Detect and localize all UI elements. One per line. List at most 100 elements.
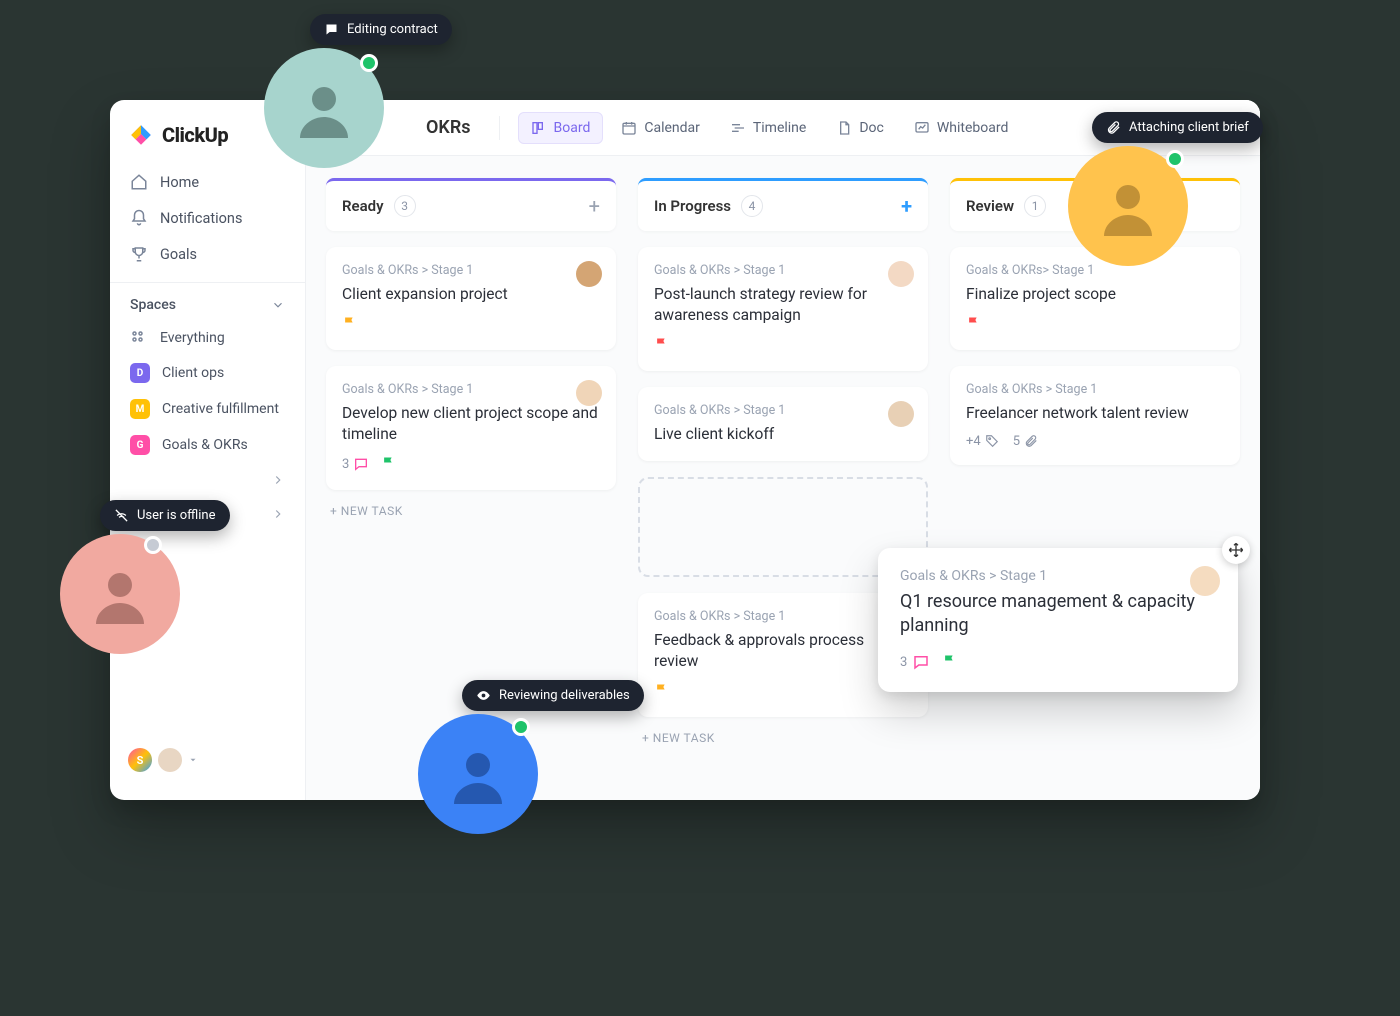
view-tabs: Board Calendar Timeline Doc Whiteboard (518, 112, 1021, 144)
comment-icon[interactable] (912, 653, 930, 671)
paperclip-icon (1024, 434, 1038, 448)
breadcrumb: Goals & OKRs > Stage 1 (900, 568, 1216, 584)
breadcrumb: Goals & OKRs> Stage 1 (966, 263, 1224, 278)
assignee-avatar[interactable] (576, 261, 602, 287)
space-badge: G (130, 435, 150, 455)
new-task-button[interactable]: + NEW TASK (638, 731, 928, 745)
add-card-button[interactable]: + (901, 196, 912, 216)
dragging-card[interactable]: Goals & OKRs > Stage 1 Q1 resource manag… (878, 548, 1238, 692)
priority-flag-icon[interactable] (654, 682, 669, 701)
priority-flag-icon[interactable] (966, 315, 981, 334)
status-text: Editing contract (347, 22, 438, 37)
view-label: Timeline (753, 120, 806, 136)
avatar-face (60, 534, 180, 654)
space-creative-fulfillment[interactable]: M Creative fulfillment (110, 391, 305, 427)
user-avatar[interactable]: S (128, 748, 152, 772)
tag-count: +4 (966, 434, 981, 449)
comment-icon[interactable] (353, 456, 369, 472)
column-count: 1 (1024, 195, 1046, 217)
grid-icon (130, 329, 148, 347)
column-title: Ready (342, 197, 384, 215)
assignee-avatar[interactable] (888, 401, 914, 427)
status-text: Attaching client brief (1129, 120, 1249, 135)
sidebar: ClickUp Home Notifications Goals Spaces … (110, 100, 306, 800)
caret-down-icon[interactable] (188, 755, 198, 765)
task-card[interactable]: Goals & OKRs > Stage 1 Post-launch strat… (638, 247, 928, 371)
view-doc[interactable]: Doc (824, 112, 896, 144)
new-task-button[interactable]: + NEW TASK (326, 504, 616, 518)
view-label: Calendar (644, 120, 700, 136)
move-handle-icon[interactable] (1222, 536, 1250, 564)
card-title: Finalize project scope (966, 284, 1224, 305)
view-label: Board (554, 120, 591, 136)
presence-avatar[interactable] (264, 48, 384, 168)
assignee-avatar[interactable] (888, 261, 914, 287)
nav-goals[interactable]: Goals (110, 236, 305, 272)
column-count: 4 (741, 195, 763, 217)
card-title: Q1 resource management & capacity planni… (900, 590, 1216, 639)
view-whiteboard[interactable]: Whiteboard (902, 112, 1021, 144)
task-card[interactable]: Goals & OKRs> Stage 1 Finalize project s… (950, 247, 1240, 350)
presence-status-pill: Reviewing deliverables (462, 680, 644, 711)
presence-status-pill: Attaching client brief (1092, 112, 1263, 143)
chat-icon (324, 22, 339, 37)
assignee-avatar[interactable] (1190, 566, 1220, 596)
view-calendar[interactable]: Calendar (609, 112, 712, 144)
priority-flag-icon[interactable] (342, 315, 357, 334)
space-badge: D (130, 363, 150, 383)
presence-status-pill: Editing contract (310, 14, 452, 45)
paperclip-icon (1106, 120, 1121, 135)
priority-flag-icon[interactable] (942, 653, 957, 672)
spaces-header[interactable]: Spaces (110, 282, 305, 321)
column-title: Review (966, 197, 1014, 215)
space-goals-okrs[interactable]: G Goals & OKRs (110, 427, 305, 463)
online-dot-icon (360, 54, 378, 72)
card-title: Live client kickoff (654, 424, 912, 445)
nav-label: Goals (160, 246, 197, 263)
presence-avatar[interactable] (1068, 146, 1188, 266)
spaces-label: Spaces (130, 297, 176, 313)
task-card[interactable]: Goals & OKRs > Stage 1 Freelancer networ… (950, 366, 1240, 465)
status-text: User is offline (137, 508, 216, 523)
nav-label: Notifications (160, 210, 242, 227)
assignee-avatar[interactable] (576, 380, 602, 406)
column-count: 3 (394, 195, 416, 217)
column-header[interactable]: In Progress 4 + (638, 178, 928, 231)
sidebar-expand-row[interactable] (110, 463, 305, 497)
chevron-right-icon (271, 473, 285, 487)
breadcrumb: Goals & OKRs > Stage 1 (654, 263, 912, 278)
priority-flag-icon[interactable] (654, 336, 669, 355)
column-title: In Progress (654, 197, 731, 215)
card-title: Post-launch strategy review for awarenes… (654, 284, 912, 326)
presence-avatar[interactable] (418, 714, 538, 834)
user-avatar[interactable] (158, 748, 182, 772)
card-title: Freelancer network talent review (966, 403, 1224, 424)
space-badge: M (130, 399, 150, 419)
nav-notifications[interactable]: Notifications (110, 200, 305, 236)
eye-icon (476, 688, 491, 703)
tag-icon (985, 434, 999, 448)
task-card[interactable]: Goals & OKRs > Stage 1 Client expansion … (326, 247, 616, 350)
view-board[interactable]: Board (518, 112, 604, 144)
priority-flag-icon[interactable] (381, 455, 396, 474)
view-timeline[interactable]: Timeline (718, 112, 818, 144)
sidebar-footer: S (110, 738, 305, 782)
space-everything[interactable]: Everything (110, 321, 305, 355)
card-title: Develop new client project scope and tim… (342, 403, 600, 445)
card-title: Client expansion project (342, 284, 600, 305)
task-card[interactable]: Goals & OKRs > Stage 1 Develop new clien… (326, 366, 616, 490)
whiteboard-icon (914, 120, 930, 136)
add-card-button[interactable]: + (589, 196, 600, 216)
page-title: OKRs (426, 117, 471, 138)
timeline-icon (730, 120, 746, 136)
breadcrumb: Goals & OKRs > Stage 1 (654, 403, 912, 418)
presence-avatar[interactable] (60, 534, 180, 654)
nav-home[interactable]: Home (110, 164, 305, 200)
column-header[interactable]: Ready 3 + (326, 178, 616, 231)
bell-icon (130, 209, 148, 227)
task-card[interactable]: Goals & OKRs > Stage 1 Live client kicko… (638, 387, 928, 461)
comment-count: 3 (900, 655, 907, 670)
space-label: Client ops (162, 365, 224, 381)
space-client-ops[interactable]: D Client ops (110, 355, 305, 391)
online-dot-icon (512, 718, 530, 736)
